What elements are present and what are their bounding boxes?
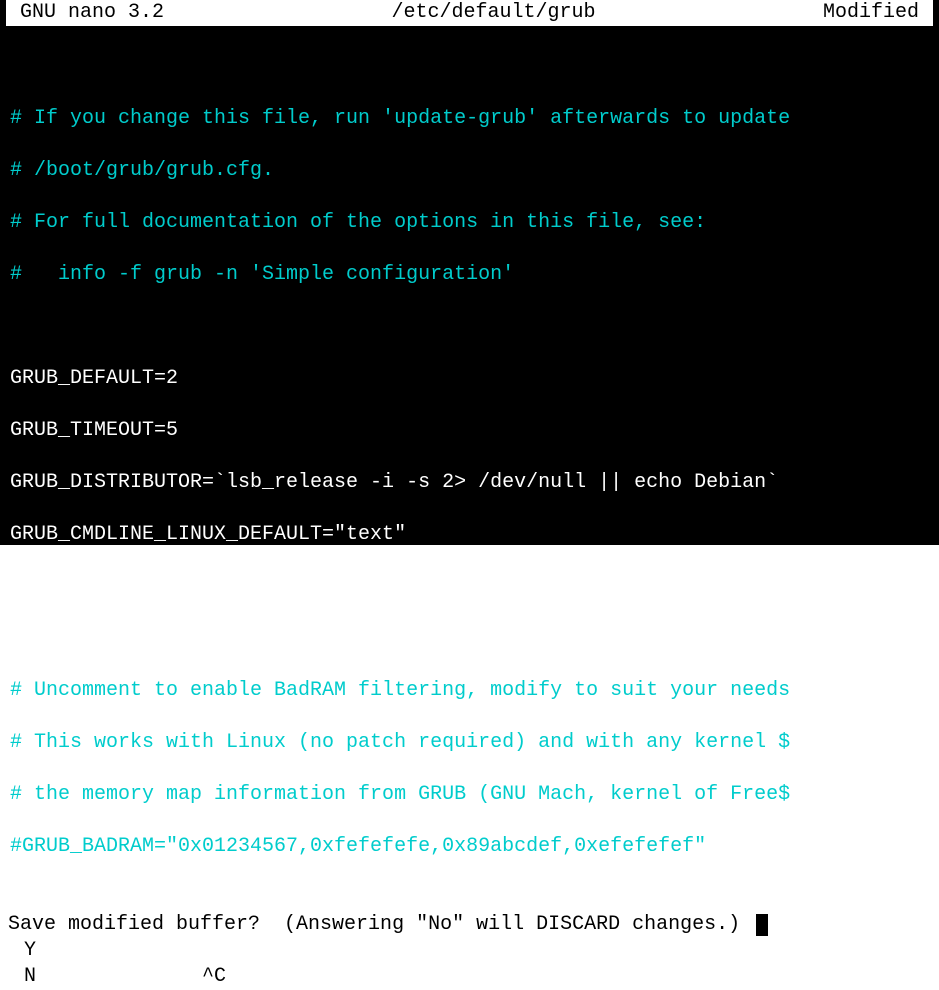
- comment-line: #GRUB_BADRAM="0x01234567,0xfefefefe,0x89…: [10, 834, 929, 860]
- label-cancel: Cancel: [228, 964, 346, 990]
- cursor: [756, 914, 768, 936]
- config-line: GRUB_DEFAULT=2: [10, 366, 929, 392]
- file-path: /etc/default/grub: [391, 0, 595, 26]
- comment-line: # If you change this file, run 'update-g…: [10, 106, 929, 132]
- config-line: GRUB_CMDLINE_LINUX_DEFAULT="text": [10, 522, 929, 548]
- shortcut-no[interactable]: N No: [10, 964, 200, 990]
- nano-terminal: GNU nano 3.2 /etc/default/grub Modified …: [0, 0, 939, 545]
- comment-line: # info -f grub -n 'Simple configuration': [10, 262, 929, 288]
- comment-line: # /boot/grub/grub.cfg.: [10, 158, 929, 184]
- config-line: GRUB_DISTRIBUTOR=`lsb_release -i -s 2> /…: [10, 470, 929, 496]
- key-n: N: [10, 964, 38, 990]
- blank-line: [10, 54, 929, 80]
- comment-line: # the memory map information from GRUB (…: [10, 782, 929, 808]
- key-y: Y: [10, 938, 38, 964]
- comment-line: # This works with Linux (no patch requir…: [10, 730, 929, 756]
- prompt-text: Save modified buffer? (Answering "No" wi…: [8, 912, 752, 938]
- shortcut-row-2: N No ^C Cancel: [6, 964, 933, 990]
- save-prompt: Save modified buffer? (Answering "No" wi…: [6, 912, 933, 938]
- config-line: GRUB_TIMEOUT=5: [10, 418, 929, 444]
- comment-line: # Uncomment to enable BadRAM filtering, …: [10, 678, 929, 704]
- blank-line: [10, 314, 929, 340]
- title-bar: GNU nano 3.2 /etc/default/grub Modified: [6, 0, 933, 26]
- blank-line: [10, 626, 929, 652]
- label-yes: Yes: [38, 938, 120, 964]
- comment-line: # For full documentation of the options …: [10, 210, 929, 236]
- shortcut-yes[interactable]: Y Yes: [10, 938, 120, 964]
- modified-status: Modified: [823, 0, 919, 26]
- shortcut-cancel[interactable]: ^C Cancel: [200, 964, 346, 990]
- config-line: GRUB_CMDLINE_LINUX="": [10, 574, 929, 600]
- shortcut-row-1: Y Yes: [6, 938, 933, 964]
- key-ctrl-c: ^C: [200, 964, 228, 990]
- app-name: GNU nano 3.2: [20, 0, 164, 26]
- label-no: No: [38, 964, 108, 990]
- editor-content[interactable]: # If you change this file, run 'update-g…: [6, 26, 933, 912]
